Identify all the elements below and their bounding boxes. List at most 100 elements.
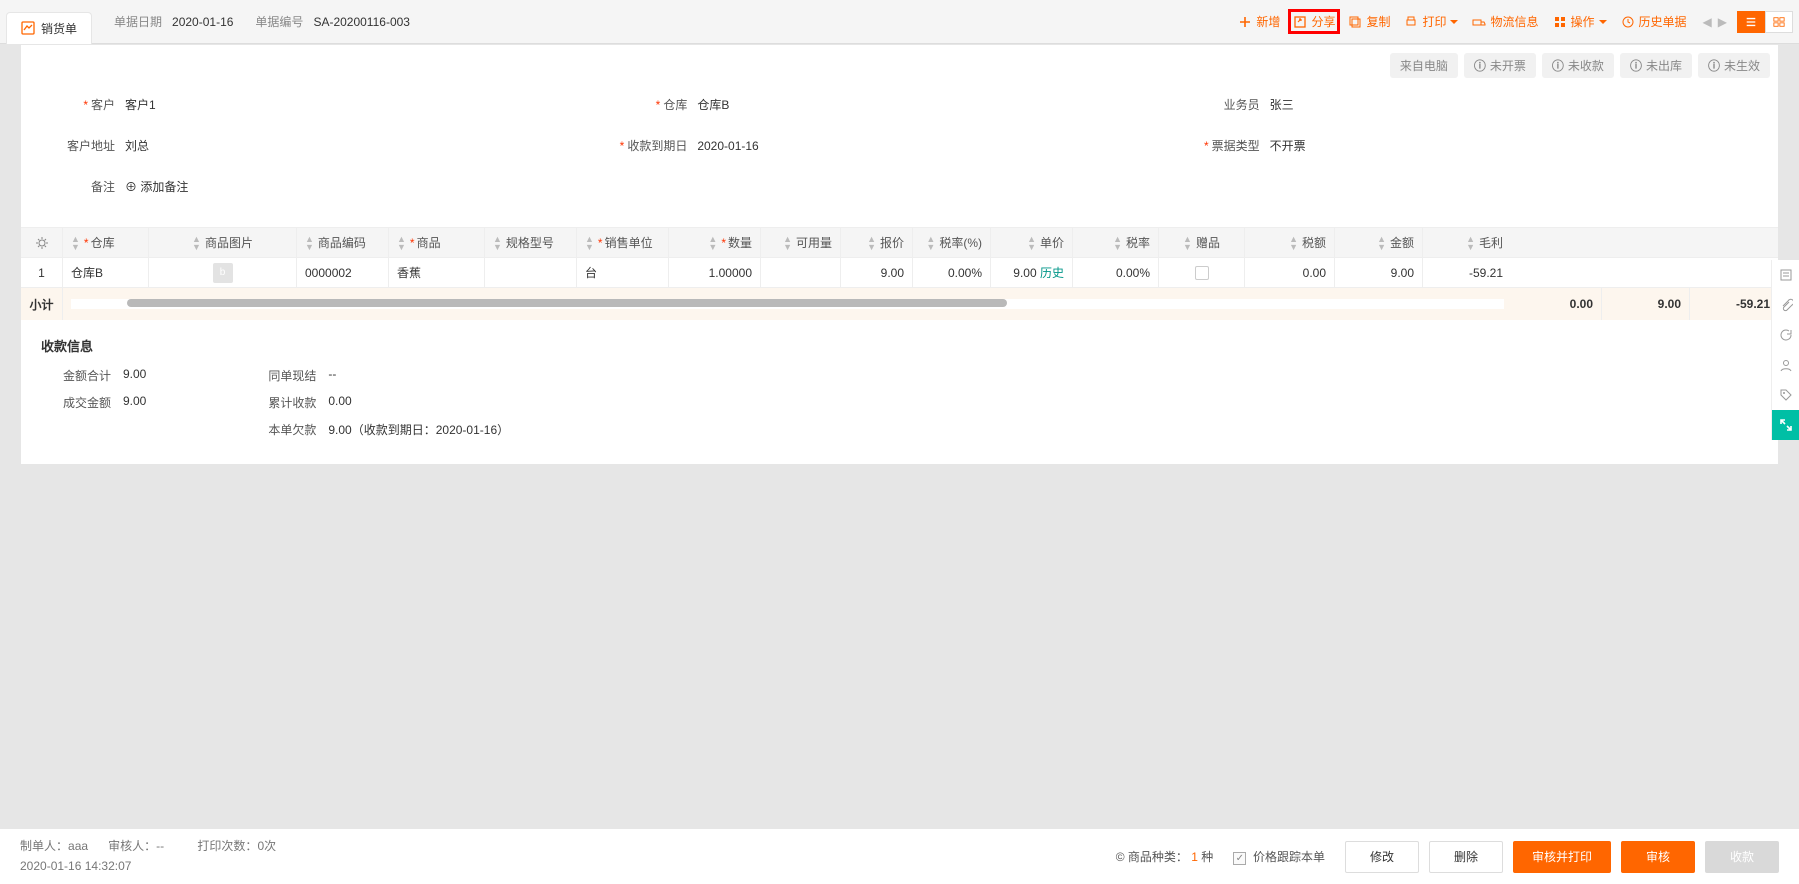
col-amt[interactable]: ▲▼金额 <box>1335 228 1423 257</box>
row-price[interactable]: 9.00 历史 <box>991 258 1073 287</box>
table-row[interactable]: 1 仓库B b 0000002 香蕉 台 1.00000 9.00 0.00% … <box>21 258 1778 288</box>
gift-checkbox[interactable] <box>1195 266 1209 280</box>
row-qty[interactable]: 1.00000 <box>669 258 761 287</box>
share-label: 分享 <box>1311 13 1335 30</box>
price-history-link[interactable]: 历史 <box>1040 264 1064 281</box>
row-profit: -59.21 <box>1423 258 1511 287</box>
info-icon: ⓘ <box>1708 57 1720 74</box>
tag-not-effective[interactable]: ⓘ未生效 <box>1698 53 1770 78</box>
sort-icon: ▲▼ <box>1027 235 1036 251</box>
tab-sales-order[interactable]: 销货单 <box>6 12 92 44</box>
auditor-value: -- <box>156 839 164 853</box>
print-button[interactable]: 打印 <box>1398 9 1464 34</box>
col-profit[interactable]: ▲▼毛利 <box>1423 228 1511 257</box>
sort-icon: ▲▼ <box>305 235 314 251</box>
rail-user-button[interactable] <box>1772 350 1799 380</box>
col-avail[interactable]: ▲▼可用量 <box>761 228 841 257</box>
customer-value[interactable]: 客户1 <box>125 96 156 113</box>
next-record-button[interactable]: ▶ <box>1718 15 1727 29</box>
plus-icon <box>1238 15 1252 29</box>
share-button[interactable]: 分享 <box>1288 9 1340 34</box>
col-taxamt[interactable]: ▲▼税额 <box>1245 228 1335 257</box>
salesman-label: 业务员 <box>1186 96 1270 113</box>
top-bar: 销货单 单据日期 2020-01-16 单据编号 SA-20200116-003… <box>0 0 1799 44</box>
col-price[interactable]: ▲▼单价 <box>991 228 1073 257</box>
view-card-button[interactable] <box>1765 11 1793 33</box>
row-image[interactable]: b <box>149 258 297 287</box>
edit-button[interactable]: 修改 <box>1345 841 1419 873</box>
line-items-grid: ▲▼*仓库 ▲▼商品图片 ▲▼商品编码 ▲▼*商品 ▲▼规格型号 ▲▼*销售单位… <box>21 227 1778 320</box>
sort-icon: ▲▼ <box>1466 235 1475 251</box>
scrollbar-thumb[interactable] <box>127 299 1007 307</box>
add-remark-button[interactable]: ⊕ 添加备注 <box>125 178 188 195</box>
audit-button[interactable]: 审核 <box>1621 841 1695 873</box>
prev-record-button[interactable]: ◀ <box>1703 15 1712 29</box>
rail-note-button[interactable] <box>1772 260 1799 290</box>
row-unit[interactable]: 台 <box>577 258 669 287</box>
side-rail <box>1771 260 1799 440</box>
col-gift[interactable]: ▲▼赠品 <box>1159 228 1245 257</box>
new-button[interactable]: 新增 <box>1232 9 1286 34</box>
prints-label: 打印次数： <box>197 839 257 853</box>
column-config-button[interactable] <box>21 228 63 257</box>
order-sheet: 来自电脑 ⓘ未开票 ⓘ未收款 ⓘ未出库 ⓘ未生效 *客户客户1 客户地址刘总 备… <box>20 44 1779 465</box>
address-label: 客户地址 <box>41 137 125 154</box>
row-tax2[interactable]: 0.00% <box>1073 258 1159 287</box>
invoice-type-value[interactable]: 不开票 <box>1270 137 1306 154</box>
horizontal-scrollbar[interactable] <box>71 299 1504 309</box>
row-taxrate[interactable]: 0.00% <box>913 258 991 287</box>
history-button[interactable]: 历史单据 <box>1615 9 1693 34</box>
rail-tag-button[interactable] <box>1772 380 1799 410</box>
delete-button[interactable]: 删除 <box>1429 841 1503 873</box>
logistics-button[interactable]: 物流信息 <box>1466 9 1544 34</box>
col-quote[interactable]: ▲▼报价 <box>841 228 913 257</box>
pay-button[interactable]: 收款 <box>1705 841 1779 873</box>
sale-icon <box>21 21 35 35</box>
row-avail[interactable] <box>761 258 841 287</box>
address-value[interactable]: 刘总 <box>125 137 149 154</box>
deal-value: 9.00 <box>123 394 146 411</box>
col-code[interactable]: ▲▼商品编码 <box>297 228 389 257</box>
owe-label: 本单欠款 <box>246 421 316 438</box>
tag-no-receipt[interactable]: ⓘ未收款 <box>1542 53 1614 78</box>
col-name[interactable]: ▲▼*商品 <box>389 228 485 257</box>
no-label: 单据编号 <box>255 13 303 30</box>
row-code[interactable]: 0000002 <box>297 258 389 287</box>
sort-icon: ▲▼ <box>783 235 792 251</box>
row-spec[interactable] <box>485 258 577 287</box>
salesman-value[interactable]: 张三 <box>1270 96 1294 113</box>
col-unit[interactable]: ▲▼*销售单位 <box>577 228 669 257</box>
info-icon: ⓘ <box>1552 57 1564 74</box>
prints-value: 0次 <box>257 839 276 853</box>
order-form: *客户客户1 客户地址刘总 备注⊕ 添加备注 *仓库仓库B *收款到期日2020… <box>21 78 1778 227</box>
chevron-down-icon <box>1450 20 1458 24</box>
sort-icon: ▲▼ <box>71 235 80 251</box>
row-gift[interactable] <box>1159 258 1245 287</box>
ops-button[interactable]: 操作 <box>1547 9 1613 34</box>
row-name[interactable]: 香蕉 <box>389 258 485 287</box>
col-image[interactable]: ▲▼商品图片 <box>149 228 297 257</box>
col-warehouse[interactable]: ▲▼*仓库 <box>63 228 149 257</box>
col-taxrate[interactable]: ▲▼税率(%) <box>913 228 991 257</box>
col-tax2[interactable]: ▲▼税率 <box>1073 228 1159 257</box>
col-spec[interactable]: ▲▼规格型号 <box>485 228 577 257</box>
row-quote[interactable]: 9.00 <box>841 258 913 287</box>
view-list-button[interactable] <box>1737 11 1765 33</box>
tag-no-outbound[interactable]: ⓘ未出库 <box>1620 53 1692 78</box>
settle-value: -- <box>328 367 336 384</box>
copy-button[interactable]: 复制 <box>1342 9 1396 34</box>
audit-print-button[interactable]: 审核并打印 <box>1513 841 1611 873</box>
warehouse-value[interactable]: 仓库B <box>697 96 729 113</box>
rail-refresh-button[interactable] <box>1772 320 1799 350</box>
sort-icon: ▲▼ <box>1377 235 1386 251</box>
rail-attach-button[interactable] <box>1772 290 1799 320</box>
copyright-icon: © <box>1116 850 1125 864</box>
auditor-label: 审核人： <box>108 839 156 853</box>
price-track-toggle[interactable]: ✓ 价格跟踪本单 <box>1233 848 1325 865</box>
due-value[interactable]: 2020-01-16 <box>697 139 758 153</box>
payment-title: 收款信息 <box>41 336 1758 355</box>
col-qty[interactable]: ▲▼*数量 <box>669 228 761 257</box>
row-warehouse[interactable]: 仓库B <box>63 258 149 287</box>
tag-no-invoice[interactable]: ⓘ未开票 <box>1464 53 1536 78</box>
rail-expand-button[interactable] <box>1772 410 1799 440</box>
